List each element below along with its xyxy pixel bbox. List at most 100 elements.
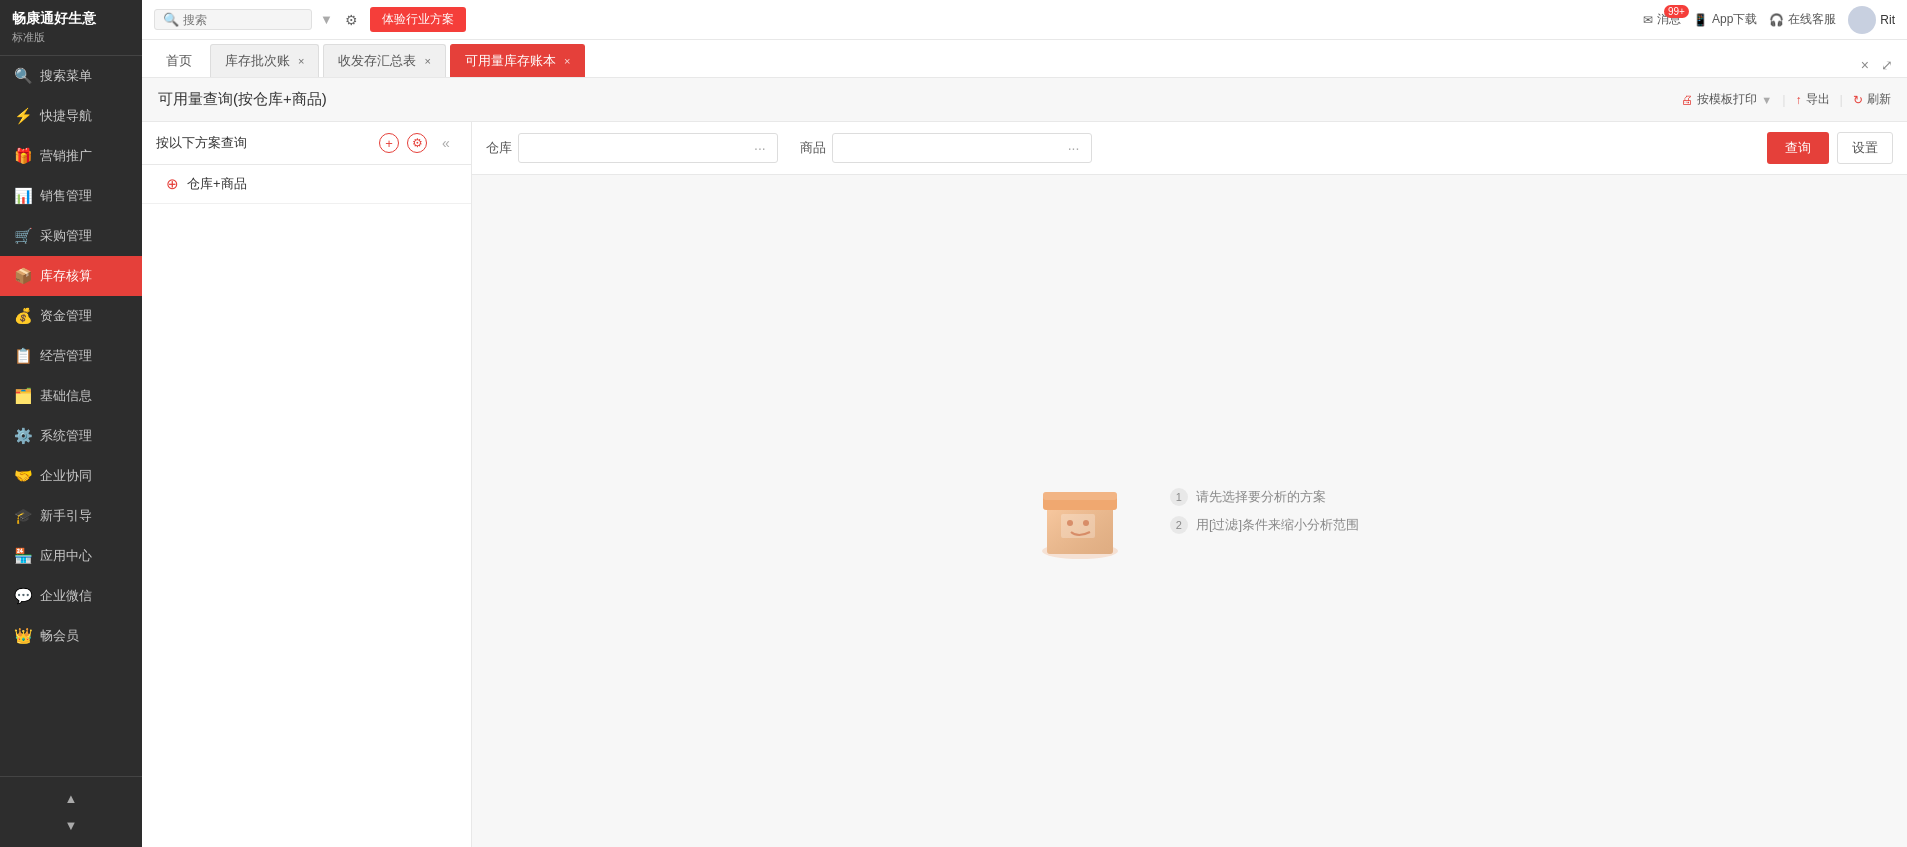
scheme-settings-button[interactable]: ⚙ bbox=[407, 133, 427, 153]
sidebar: 畅康通好生意 标准版 🔍 搜索菜单 ⚡ 快捷导航 🎁 营销推广 📊 销售管理 🛒… bbox=[0, 0, 142, 847]
product-more-button[interactable]: ··· bbox=[1068, 140, 1080, 156]
industry-solution-button[interactable]: 体验行业方案 bbox=[370, 7, 466, 32]
svg-point-6 bbox=[1067, 520, 1073, 526]
money-icon: 💰 bbox=[14, 307, 32, 325]
sidebar-item-shortcut[interactable]: ⚡ 快捷导航 bbox=[0, 96, 142, 136]
search-icon: 🔍 bbox=[163, 12, 179, 27]
page-header: 可用量查询(按仓库+商品) 🖨 按模板打印 ▼ | ↑ 导出 | ↻ 刷新 bbox=[142, 78, 1907, 122]
product-label: 商品 bbox=[800, 139, 826, 157]
svg-point-7 bbox=[1083, 520, 1089, 526]
sidebar-item-system[interactable]: ⚙️ 系统管理 bbox=[0, 416, 142, 456]
export-icon: ↑ bbox=[1796, 93, 1802, 107]
query-btn-group: 查询 设置 bbox=[1767, 132, 1893, 164]
crown-icon: 👑 bbox=[14, 627, 32, 645]
sidebar-item-label: 营销推广 bbox=[40, 147, 92, 165]
step-text-2: 用[过滤]条件来缩小分析范围 bbox=[1196, 516, 1359, 534]
tab-close-icon[interactable]: × bbox=[298, 55, 304, 67]
tab-bar: 首页 库存批次账 × 收发存汇总表 × 可用量库存账本 × × ⤢ bbox=[142, 40, 1907, 78]
refresh-button[interactable]: ↻ 刷新 bbox=[1853, 91, 1891, 108]
user-avatar-group[interactable]: Rit bbox=[1848, 6, 1895, 34]
sidebar-item-member[interactable]: 👑 畅会员 bbox=[0, 616, 142, 656]
sidebar-item-label: 库存核算 bbox=[40, 267, 92, 285]
sidebar-footer: ▲ ▼ bbox=[0, 776, 142, 847]
query-bar: 仓库 ··· 商品 ··· 查询 设置 bbox=[472, 122, 1907, 175]
tab-close-icon[interactable]: × bbox=[564, 55, 570, 67]
tab-receive-summary-label: 收发存汇总表 bbox=[338, 52, 416, 70]
edition-label: 标准版 bbox=[12, 30, 130, 45]
warehouse-input[interactable] bbox=[518, 133, 778, 163]
warehouse-field: 仓库 ··· bbox=[486, 133, 766, 163]
sidebar-scroll-up[interactable]: ▲ bbox=[0, 785, 142, 812]
sidebar-item-newbie[interactable]: 🎓 新手引导 bbox=[0, 496, 142, 536]
sidebar-item-finance[interactable]: 💰 资金管理 bbox=[0, 296, 142, 336]
expand-window-button[interactable]: ⤢ bbox=[1877, 53, 1897, 77]
store-icon: 🏪 bbox=[14, 547, 32, 565]
sidebar-item-appstore[interactable]: 🏪 应用中心 bbox=[0, 536, 142, 576]
main-right: 仓库 ··· 商品 ··· 查询 设置 bbox=[472, 122, 1907, 847]
cart-icon: 🛒 bbox=[14, 227, 32, 245]
message-badge: 99+ bbox=[1664, 5, 1689, 18]
clipboard-icon: 📋 bbox=[14, 347, 32, 365]
sidebar-item-sales[interactable]: 📊 销售管理 bbox=[0, 176, 142, 216]
export-button[interactable]: ↑ 导出 bbox=[1796, 91, 1830, 108]
add-scheme-button[interactable]: + bbox=[379, 133, 399, 153]
empty-illustration bbox=[1020, 451, 1140, 571]
sidebar-item-basic[interactable]: 🗂️ 基础信息 bbox=[0, 376, 142, 416]
product-input[interactable] bbox=[832, 133, 1092, 163]
settings-button[interactable]: 设置 bbox=[1837, 132, 1893, 164]
settings-icon[interactable]: ⚙ bbox=[341, 8, 362, 32]
sidebar-item-enterprise[interactable]: 🤝 企业协同 bbox=[0, 456, 142, 496]
online-support-group[interactable]: 🎧 在线客服 bbox=[1769, 11, 1836, 28]
close-window-button[interactable]: × bbox=[1857, 53, 1873, 77]
tab-batch-ledger-label: 库存批次账 bbox=[225, 52, 290, 70]
topbar-dropdown-arrow[interactable]: ▼ bbox=[320, 12, 333, 27]
tab-available-ledger[interactable]: 可用量库存账本 × bbox=[450, 44, 585, 77]
sidebar-item-search[interactable]: 🔍 搜索菜单 bbox=[0, 56, 142, 96]
print-label: 按模板打印 bbox=[1697, 91, 1757, 108]
empty-step-2: 2 用[过滤]条件来缩小分析范围 bbox=[1170, 516, 1359, 534]
username-label: Rit bbox=[1880, 13, 1895, 27]
sidebar-item-wechat[interactable]: 💬 企业微信 bbox=[0, 576, 142, 616]
message-icon: ✉ bbox=[1643, 13, 1653, 27]
sidebar-item-label: 畅会员 bbox=[40, 627, 79, 645]
filter-header: 按以下方案查询 + ⚙ « bbox=[142, 122, 471, 165]
sidebar-item-label: 新手引导 bbox=[40, 507, 92, 525]
sidebar-scroll-down[interactable]: ▼ bbox=[0, 812, 142, 839]
sidebar-item-purchase[interactable]: 🛒 采购管理 bbox=[0, 216, 142, 256]
sidebar-item-marketing[interactable]: 🎁 营销推广 bbox=[0, 136, 142, 176]
tab-home[interactable]: 首页 bbox=[152, 45, 206, 77]
tab-home-label: 首页 bbox=[166, 52, 192, 70]
print-icon: 🖨 bbox=[1681, 93, 1693, 107]
sidebar-nav: 🔍 搜索菜单 ⚡ 快捷导航 🎁 营销推广 📊 销售管理 🛒 采购管理 📦 库存核… bbox=[0, 56, 142, 776]
collapse-panel-button[interactable]: « bbox=[435, 132, 457, 154]
tab-receive-summary[interactable]: 收发存汇总表 × bbox=[323, 44, 445, 77]
handshake-icon: 🤝 bbox=[14, 467, 32, 485]
avatar bbox=[1848, 6, 1876, 34]
warehouse-label: 仓库 bbox=[486, 139, 512, 157]
page-actions: 🖨 按模板打印 ▼ | ↑ 导出 | ↻ 刷新 bbox=[1681, 91, 1891, 108]
message-icon-group[interactable]: ✉ 消息 99+ bbox=[1643, 11, 1681, 28]
tab-close-icon[interactable]: × bbox=[424, 55, 430, 67]
tab-batch-ledger[interactable]: 库存批次账 × bbox=[210, 44, 319, 77]
sidebar-header: 畅康通好生意 标准版 bbox=[0, 0, 142, 56]
search-input[interactable] bbox=[183, 13, 303, 27]
query-button[interactable]: 查询 bbox=[1767, 132, 1829, 164]
tab-available-ledger-label: 可用量库存账本 bbox=[465, 52, 556, 70]
print-dropdown-icon[interactable]: ▼ bbox=[1761, 94, 1772, 106]
print-button[interactable]: 🖨 按模板打印 ▼ bbox=[1681, 91, 1772, 108]
sidebar-item-label: 采购管理 bbox=[40, 227, 92, 245]
sidebar-item-label: 快捷导航 bbox=[40, 107, 92, 125]
topbar-search-box[interactable]: 🔍 bbox=[154, 9, 312, 30]
lightning-icon: ⚡ bbox=[14, 107, 32, 125]
sidebar-item-label: 销售管理 bbox=[40, 187, 92, 205]
sidebar-item-inventory[interactable]: 📦 库存核算 bbox=[0, 256, 142, 296]
page-title: 可用量查询(按仓库+商品) bbox=[158, 90, 1681, 109]
gift-icon: 🎁 bbox=[14, 147, 32, 165]
app-download-label: App下载 bbox=[1712, 11, 1757, 28]
app-download-group[interactable]: 📱 App下载 bbox=[1693, 11, 1757, 28]
main-area: 🔍 ▼ ⚙ 体验行业方案 ✉ 消息 99+ 📱 App下载 🎧 在线客服 Rit bbox=[142, 0, 1907, 847]
warehouse-more-button[interactable]: ··· bbox=[754, 140, 766, 156]
scheme-item-warehouse-product[interactable]: ⊕ 仓库+商品 bbox=[142, 165, 471, 204]
sidebar-item-operation[interactable]: 📋 经营管理 bbox=[0, 336, 142, 376]
gear-icon: ⚙️ bbox=[14, 427, 32, 445]
